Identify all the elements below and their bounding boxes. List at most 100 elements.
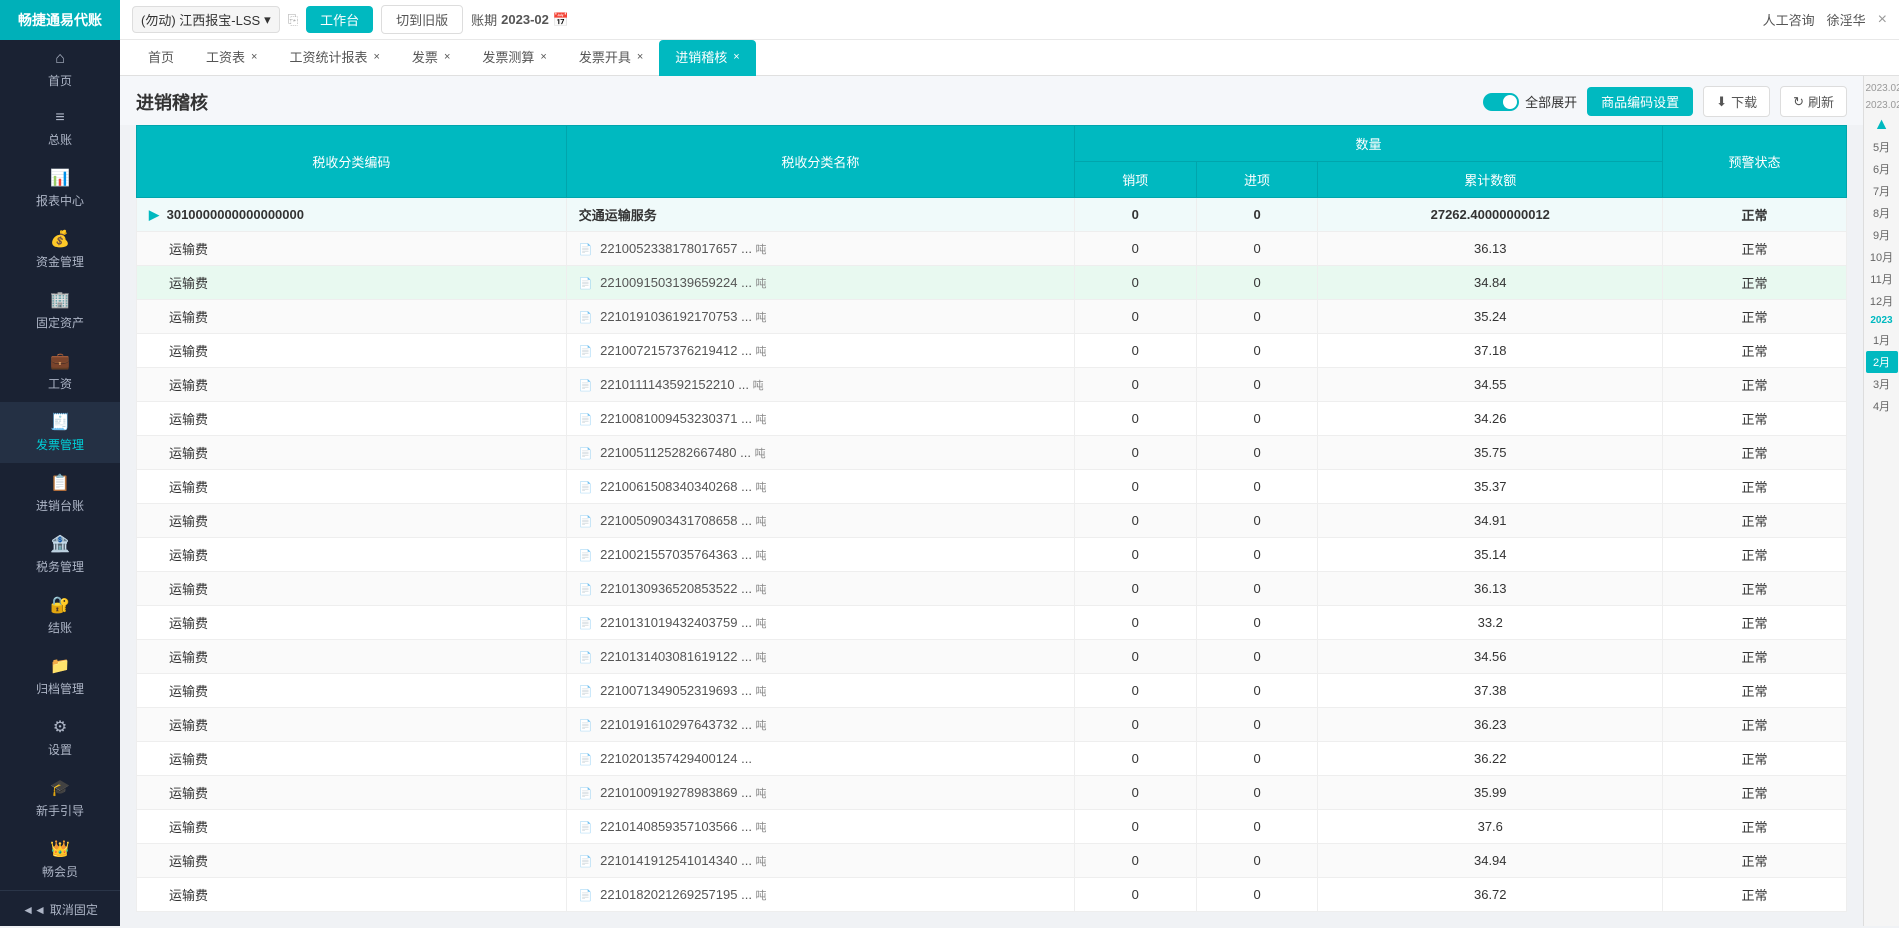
tabbar: 首页 工资表 × 工资统计报表 × 发票 × 发票测算 × 发票开具 × 进销稽… [120,40,1899,76]
table-area: 进销稽核 全部展开 商品编码设置 ⬇ 下载 ↻ 刷新 [120,76,1863,926]
scroll-up-icon[interactable]: ▲ [1872,114,1892,136]
sidebar-item-label: 资金管理 [36,253,84,270]
cumulative-cell: 35.14 [1318,538,1663,572]
sidebar-item-guide[interactable]: 🎓 新手引导 [0,768,120,829]
sidebar-item-asset[interactable]: 🏢 固定资产 [0,280,120,341]
sidebar-item-capital[interactable]: 💰 资金管理 [0,219,120,280]
unpin-button[interactable]: ◄◄ 取消固定 [0,890,120,928]
tab-home[interactable]: 首页 [132,40,190,76]
invoice-num-cell: 📄 2210130936520853522 ... 吨 [566,572,1074,606]
invoice-num-cell: 📄 2210141912541014340 ... 吨 [566,844,1074,878]
sale-cell: 0 [1074,436,1196,470]
month-2[interactable]: 2月 [1866,351,1898,373]
sidebar-item-archive[interactable]: 📁 归档管理 [0,646,120,707]
sidebar-item-close[interactable]: 🔐 结账 [0,585,120,646]
tab-salary-stats[interactable]: 工资统计报表 × [273,40,395,76]
period-value: 2023-02 [501,12,549,27]
sale-cell: 0 [1074,198,1196,232]
invoice-num-cell: 📄 2210201357429400124 ... [566,742,1074,776]
refresh-button[interactable]: ↻ 刷新 [1780,86,1847,117]
month-7[interactable]: 7月 [1866,180,1898,202]
table-row: 运输费 📄 2210072157376219412 ... 吨 0 0 37.1… [137,334,1847,368]
download-button[interactable]: ⬇ 下载 [1703,86,1770,117]
header-actions: 全部展开 商品编码设置 ⬇ 下载 ↻ 刷新 [1483,86,1847,117]
tab-close-icon[interactable]: × [733,51,739,63]
col-quantity-group: 数量 [1074,126,1662,162]
table-row: 运输费 📄 2210182021269257195 ... 吨 0 0 36.7… [137,878,1847,912]
settings-button[interactable]: 商品编码设置 [1587,87,1693,116]
purchase-cell: 0 [1196,708,1318,742]
invoice-num-cell: 📄 2210182021269257195 ... 吨 [566,878,1074,912]
switch-version-button[interactable]: 切到旧版 [381,5,463,34]
status-cell: 正常 [1663,470,1847,504]
sidebar-item-label: 报表中心 [36,192,84,209]
month-4[interactable]: 4月 [1866,395,1898,417]
page-content: 进销稽核 全部展开 商品编码设置 ⬇ 下载 ↻ 刷新 [120,76,1899,926]
tab-close-icon[interactable]: × [251,51,257,63]
cumulative-cell: 37.38 [1318,674,1663,708]
support-link[interactable]: 人工咨询 [1763,10,1815,29]
month-6[interactable]: 6月 [1866,158,1898,180]
window-close-icon[interactable]: × [1878,11,1887,29]
month-5[interactable]: 5月 [1866,136,1898,158]
sidebar-item-report[interactable]: 📊 报表中心 [0,158,120,219]
cumulative-cell: 36.23 [1318,708,1663,742]
month-3[interactable]: 3月 [1866,373,1898,395]
table-wrapper[interactable]: 税收分类编码 税收分类名称 数量 预警状态 销项 进项 累计数额 [120,125,1863,926]
tab-invoice[interactable]: 发票 × [396,40,466,76]
status-cell: 正常 [1663,878,1847,912]
period-label: 账期 [471,10,497,29]
cumulative-cell: 37.6 [1318,810,1663,844]
sale-cell: 0 [1074,572,1196,606]
tab-invoice-calc[interactable]: 发票测算 × [466,40,562,76]
status-cell: 正常 [1663,368,1847,402]
sidebar-item-label: 新手引导 [36,802,84,819]
month-12[interactable]: 12月 [1866,290,1898,312]
sale-cell: 0 [1074,708,1196,742]
tab-invoice-open[interactable]: 发票开具 × [563,40,659,76]
sidebar-item-ledger[interactable]: ≡ 总账 [0,99,120,158]
purchase-cell: 0 [1196,232,1318,266]
sidebar-item-trade[interactable]: 📋 进销台账 [0,463,120,524]
month-9[interactable]: 9月 [1866,224,1898,246]
expand-toggle[interactable]: 全部展开 [1483,92,1577,111]
tab-salary-table[interactable]: 工资表 × [190,40,273,76]
month-11[interactable]: 11月 [1866,268,1898,290]
month-8[interactable]: 8月 [1866,202,1898,224]
collapse-icon[interactable]: ▶ [149,207,159,222]
calendar-icon[interactable]: 📅 [553,12,569,28]
asset-icon: 🏢 [50,290,70,310]
app-logo: 畅捷通易代账 [0,0,120,40]
sidebar-item-invoice[interactable]: 🧾 发票管理 [0,402,120,463]
sidebar-item-label: 固定资产 [36,314,84,331]
year-label-2023-1: 2023.02 [1866,80,1898,97]
sidebar-item-settings[interactable]: ⚙ 设置 [0,707,120,768]
tab-close-icon[interactable]: × [444,51,450,63]
tab-reconcile[interactable]: 进销稽核 × [659,40,755,76]
month-10[interactable]: 10月 [1866,246,1898,268]
sidebar-item-label: 进销台账 [36,497,84,514]
company-selector[interactable]: (勿动) 江西报宝-LSS ▾ [132,6,280,33]
sidebar-item-label: 工资 [48,375,72,392]
tab-label: 首页 [148,47,174,66]
toggle-switch[interactable] [1483,93,1519,111]
sidebar-item-member[interactable]: 👑 畅会员 [0,829,120,890]
workspace-button[interactable]: 工作台 [306,6,373,33]
invoice-num-cell: 📄 2210140859357103566 ... 吨 [566,810,1074,844]
sidebar-item-label: 首页 [48,72,72,89]
status-cell: 正常 [1663,402,1847,436]
status-cell: 正常 [1663,844,1847,878]
tax-code-cell: 运输费 [137,708,567,742]
tab-close-icon[interactable]: × [540,51,546,63]
tax-code-cell: 运输费 [137,878,567,912]
month-1[interactable]: 1月 [1866,329,1898,351]
invoice-num-cell: 📄 2210131403081619122 ... 吨 [566,640,1074,674]
sidebar-item-tax[interactable]: 🏦 税务管理 [0,524,120,585]
sidebar-item-salary[interactable]: 💼 工资 [0,341,120,402]
sidebar-item-home[interactable]: ⌂ 首页 [0,40,120,99]
tab-close-icon[interactable]: × [373,51,379,63]
copy-icon[interactable]: ⎘ [288,12,298,28]
sidebar: 畅捷通易代账 ⌂ 首页 ≡ 总账 📊 报表中心 💰 资金管理 🏢 固定资产 💼 … [0,0,120,926]
tab-close-icon[interactable]: × [637,51,643,63]
status-cell: 正常 [1663,572,1847,606]
